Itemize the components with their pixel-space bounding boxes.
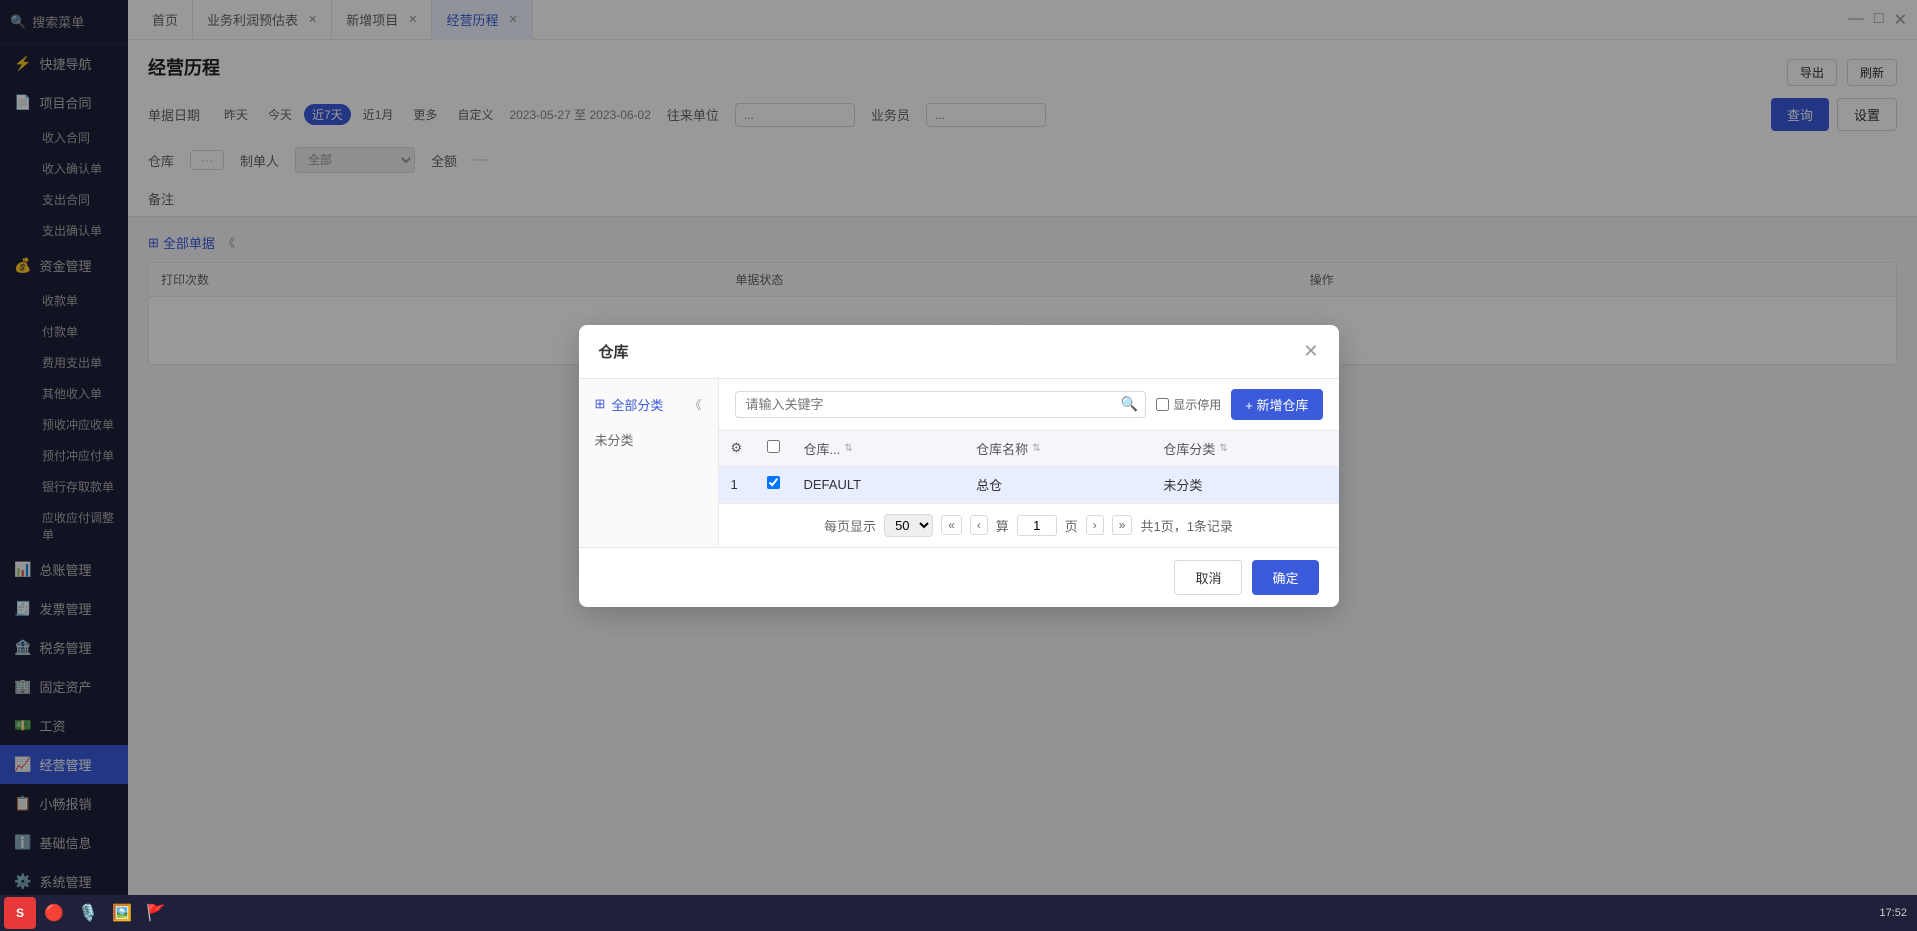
modal-table-head: ⚙ 仓库... ⇅ 仓库名称: [719, 431, 1339, 467]
modal-page-unit: 页: [1065, 516, 1078, 535]
modal-search-icon: 🔍: [1121, 396, 1138, 413]
taskbar-app-3[interactable]: 🎙️: [72, 897, 104, 929]
row-name: 总仓: [964, 466, 1151, 502]
col-name: 仓库名称 ⇅: [964, 431, 1151, 467]
modal-sidebar: ⊞ 全部分类 《 未分类: [579, 379, 719, 547]
row-category: 未分类: [1151, 466, 1338, 502]
modal-close-button[interactable]: ✕: [1303, 341, 1318, 362]
modal-footer-actions: 取消 确定: [579, 547, 1339, 607]
add-warehouse-button[interactable]: + 新增仓库: [1231, 389, 1322, 420]
col-category-sort[interactable]: 仓库分类 ⇅: [1163, 439, 1326, 458]
show-disabled-label[interactable]: 显示停用: [1156, 396, 1221, 413]
col-code: 仓库... ⇅: [792, 431, 965, 467]
modal-sidebar-all-label: 全部分类: [611, 395, 663, 414]
sort-icon-code: ⇅: [844, 443, 852, 454]
taskbar: S 🔴 🎙️ 🖼️ 🚩 17:52: [0, 895, 1917, 931]
row-no: 1: [719, 466, 755, 502]
row-checkbox[interactable]: [755, 466, 792, 502]
sort-icon-name: ⇅: [1032, 443, 1040, 454]
search-wrap: 🔍: [735, 391, 1147, 418]
taskbar-app-2[interactable]: 🔴: [38, 897, 70, 929]
sort-icon-category: ⇅: [1219, 443, 1227, 454]
modal-body: ⊞ 全部分类 《 未分类 🔍 显示停用: [579, 379, 1339, 547]
modal-table: ⚙ 仓库... ⇅ 仓库名称: [719, 431, 1339, 503]
taskbar-app-5[interactable]: 🚩: [140, 897, 172, 929]
warehouse-modal: 仓库 ✕ ⊞ 全部分类 《 未分类 🔍: [579, 325, 1339, 607]
modal-page-input[interactable]: [1017, 515, 1057, 536]
modal-footer-table: 每页显示 50 « ‹ 算 页 › » 共1页，1条记录: [719, 503, 1339, 547]
modal-total: 共1页，1条记录: [1140, 516, 1232, 535]
row-code: DEFAULT: [792, 466, 965, 502]
modal-prev-page[interactable]: ‹: [970, 515, 988, 535]
clock-display: 17:52: [1879, 907, 1907, 919]
taskbar-systray: 17:52: [1869, 907, 1917, 919]
show-disabled-checkbox[interactable]: [1156, 398, 1169, 411]
modal-main: 🔍 显示停用 + 新增仓库 ⚙: [719, 379, 1339, 547]
modal-page-prefix: 算: [996, 516, 1009, 535]
col-category: 仓库分类 ⇅: [1151, 431, 1338, 467]
table-row[interactable]: 1 DEFAULT 总仓 未分类: [719, 466, 1339, 502]
cancel-button[interactable]: 取消: [1174, 560, 1242, 595]
modal-table-body: 1 DEFAULT 总仓 未分类: [719, 466, 1339, 502]
modal-first-page[interactable]: «: [941, 515, 962, 535]
taskbar-apps: S 🔴 🎙️ 🖼️ 🚩: [0, 897, 176, 929]
col-code-sort[interactable]: 仓库... ⇅: [804, 439, 953, 458]
modal-search-bar: 🔍 显示停用 + 新增仓库: [719, 379, 1339, 431]
modal-sidebar-unclassified-label: 未分类: [595, 430, 634, 449]
modal-header: 仓库 ✕: [579, 325, 1339, 379]
modal-sidebar-all-categories[interactable]: ⊞ 全部分类 《: [579, 387, 718, 422]
modal-sidebar-unclassified[interactable]: 未分类: [579, 422, 718, 457]
modal-next-page[interactable]: ›: [1086, 515, 1104, 535]
sidebar-collapse-icon[interactable]: 《: [689, 396, 701, 413]
modal-table-wrap: ⚙ 仓库... ⇅ 仓库名称: [719, 431, 1339, 503]
modal-per-page-select[interactable]: 50: [884, 514, 933, 537]
modal-per-page-label: 每页显示: [824, 516, 876, 535]
col-name-sort[interactable]: 仓库名称 ⇅: [976, 439, 1139, 458]
taskbar-app-4[interactable]: 🖼️: [106, 897, 138, 929]
col-checkbox-head: [755, 431, 792, 467]
modal-overlay: 仓库 ✕ ⊞ 全部分类 《 未分类 🔍: [0, 0, 1917, 931]
col-settings: ⚙: [719, 431, 755, 467]
confirm-button[interactable]: 确定: [1252, 560, 1318, 595]
modal-title: 仓库: [599, 341, 629, 362]
select-all-checkbox[interactable]: [767, 440, 780, 453]
modal-last-page[interactable]: »: [1112, 515, 1133, 535]
category-grid-icon: ⊞: [595, 396, 606, 412]
modal-search-input[interactable]: [735, 391, 1147, 418]
row-select-checkbox[interactable]: [767, 476, 780, 489]
taskbar-app-1[interactable]: S: [4, 897, 36, 929]
